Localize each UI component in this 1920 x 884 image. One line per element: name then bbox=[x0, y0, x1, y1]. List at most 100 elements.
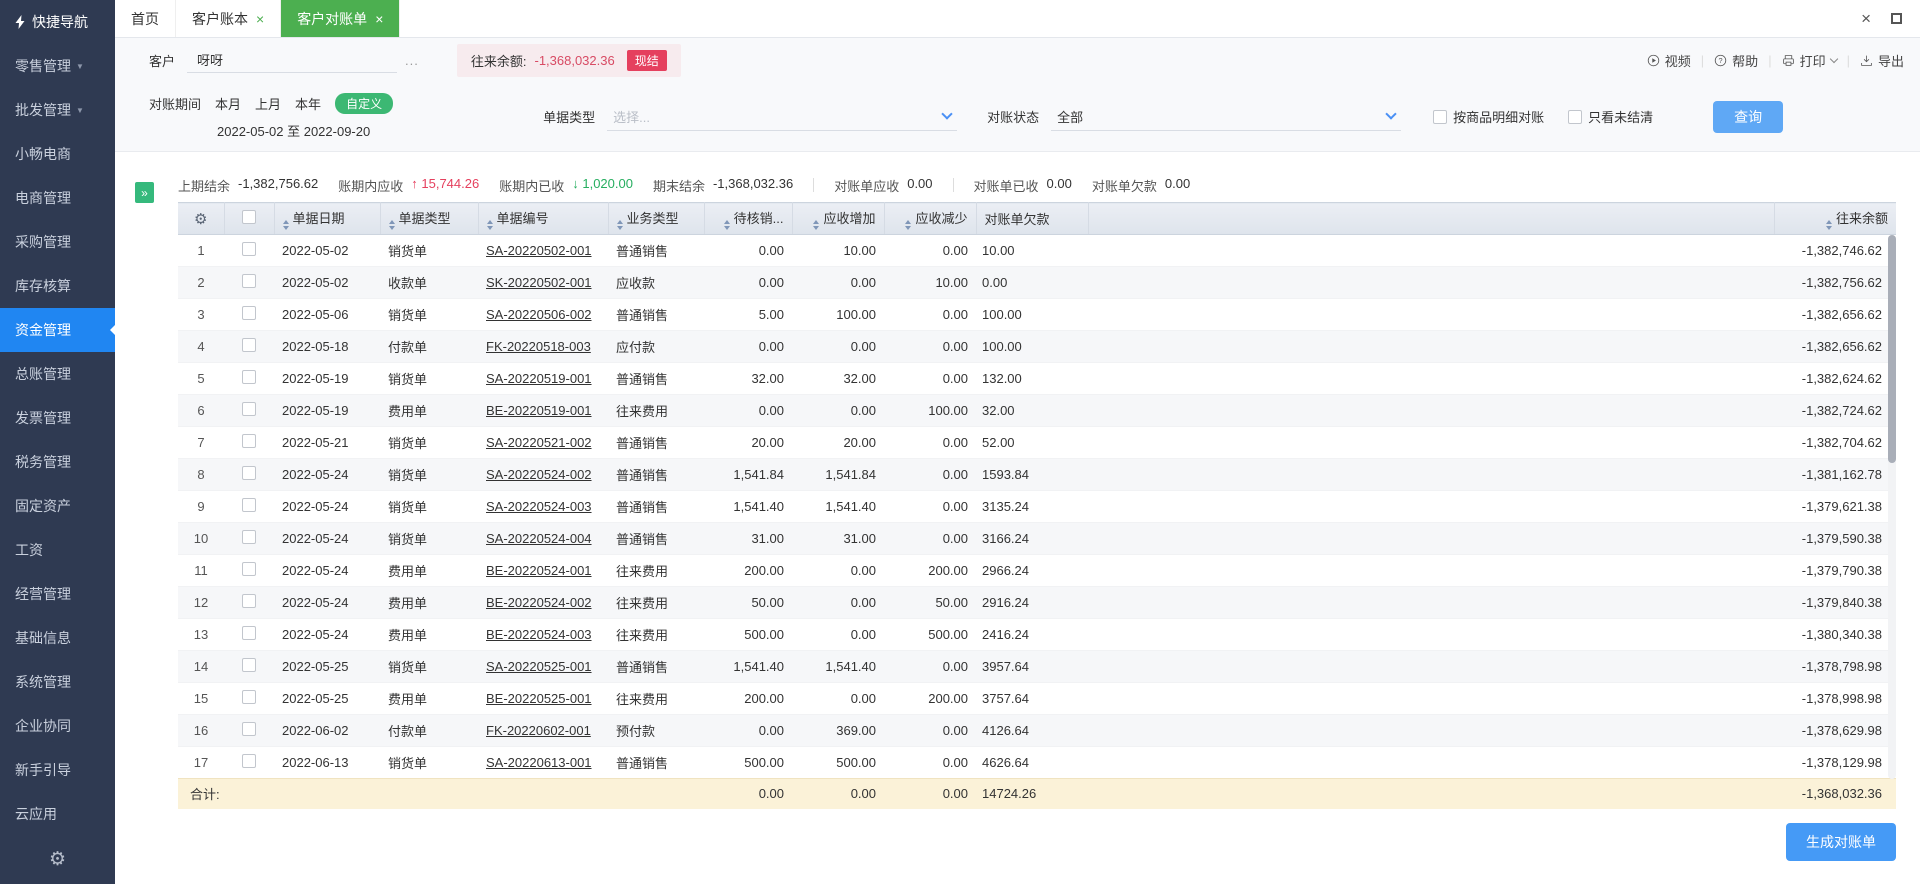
doc-number-link[interactable]: SA-20220519-001 bbox=[486, 371, 592, 386]
sidebar-item-payroll[interactable]: 工资 bbox=[0, 528, 115, 572]
close-window-icon[interactable]: × bbox=[1861, 10, 1871, 27]
row-checkbox[interactable] bbox=[242, 306, 256, 320]
column-header[interactable]: 单据类型 bbox=[380, 202, 479, 235]
row-checkbox[interactable] bbox=[242, 626, 256, 640]
sidebar-item-inventory-accounting[interactable]: 库存核算 bbox=[0, 264, 115, 308]
period-custom-button[interactable]: 自定义 bbox=[335, 93, 394, 114]
table-scrollbar[interactable] bbox=[1888, 235, 1896, 779]
doc-number-link[interactable]: SA-20220506-002 bbox=[486, 307, 592, 322]
sidebar-item-system[interactable]: 系统管理 bbox=[0, 660, 115, 704]
sidebar-item-label: 云应用 bbox=[15, 806, 57, 822]
doc-number-link[interactable]: SK-20220502-001 bbox=[486, 275, 592, 290]
period-last-month-button[interactable]: 上月 bbox=[255, 94, 281, 113]
doc-number-link[interactable]: SA-20220502-001 bbox=[486, 243, 592, 258]
main-area: 首页 客户账本 × 客户对账单 × × 客户 呀呀 ... 往来余额: -1,368,0… bbox=[115, 0, 1920, 884]
total-empty-cell bbox=[1088, 778, 1774, 809]
customer-input[interactable]: 呀呀 bbox=[187, 47, 398, 73]
sidebar-item-tax[interactable]: 税务管理 bbox=[0, 440, 115, 484]
column-header[interactable]: 应收增加 bbox=[792, 202, 885, 235]
row-checkbox[interactable] bbox=[242, 434, 256, 448]
scrollbar-thumb[interactable] bbox=[1888, 235, 1896, 463]
tab-customer-ledger[interactable]: 客户账本 × bbox=[176, 0, 282, 37]
collapse-panel-button[interactable]: » bbox=[135, 182, 154, 203]
search-button[interactable]: 查询 bbox=[1713, 100, 1784, 133]
column-header[interactable]: 应收减少 bbox=[884, 202, 977, 235]
row-checkbox[interactable] bbox=[242, 274, 256, 288]
doc-type-select[interactable]: 选择... bbox=[607, 103, 958, 131]
print-button[interactable]: 打印 bbox=[1782, 51, 1838, 70]
doc-number-link[interactable]: SA-20220524-002 bbox=[486, 467, 592, 482]
column-header[interactable]: 单据日期 bbox=[274, 202, 381, 235]
sidebar-item-cloud-apps[interactable]: 云应用 bbox=[0, 792, 115, 836]
checkbox-icon[interactable] bbox=[1568, 109, 1583, 124]
sidebar-item-funds[interactable]: 资金管理 bbox=[0, 308, 115, 352]
filler-cell bbox=[1088, 555, 1774, 587]
period-range-value[interactable]: 2022-05-02 至 2022-09-20 bbox=[217, 121, 393, 140]
row-checkbox[interactable] bbox=[242, 242, 256, 256]
sidebar-item-operation[interactable]: 经营管理 bbox=[0, 572, 115, 616]
doc-number-link[interactable]: BE-20220524-002 bbox=[486, 595, 592, 610]
row-checkbox[interactable] bbox=[242, 402, 256, 416]
sidebar-item-general-ledger[interactable]: 总账管理 bbox=[0, 352, 115, 396]
row-checkbox[interactable] bbox=[242, 562, 256, 576]
period-this-year-button[interactable]: 本年 bbox=[295, 94, 321, 113]
row-checkbox[interactable] bbox=[242, 722, 256, 736]
help-link[interactable]: ? 帮助 bbox=[1714, 51, 1758, 70]
by-item-checkbox[interactable]: 按商品明细对账 bbox=[1433, 107, 1544, 126]
row-checkbox-cell bbox=[224, 363, 274, 395]
doc-number-link[interactable]: FK-20220518-003 bbox=[486, 339, 591, 354]
sidebar-item-collaboration[interactable]: 企业协同 bbox=[0, 704, 115, 748]
sidebar-item-purchase[interactable]: 采购管理 bbox=[0, 220, 115, 264]
column-header[interactable]: 待核销... bbox=[704, 202, 793, 235]
close-icon[interactable]: × bbox=[256, 11, 264, 27]
doc-number-link[interactable]: SA-20220524-004 bbox=[486, 531, 592, 546]
doc-number-link[interactable]: SA-20220613-001 bbox=[486, 755, 592, 770]
fullscreen-icon[interactable] bbox=[1891, 13, 1902, 24]
row-checkbox[interactable] bbox=[242, 530, 256, 544]
sidebar-item-xiaochang-ec[interactable]: 小畅电商 bbox=[0, 132, 115, 176]
checkbox-icon[interactable] bbox=[1433, 109, 1448, 124]
column-settings-header[interactable]: ⚙ bbox=[178, 202, 225, 235]
row-checkbox[interactable] bbox=[242, 466, 256, 480]
sidebar-item-beginner-guide[interactable]: 新手引导 bbox=[0, 748, 115, 792]
status-select[interactable]: 全部 bbox=[1051, 103, 1402, 131]
doc-number-link[interactable]: BE-20220524-001 bbox=[486, 563, 592, 578]
row-checkbox[interactable] bbox=[242, 754, 256, 768]
period-this-month-button[interactable]: 本月 bbox=[215, 94, 241, 113]
sidebar-item-invoice[interactable]: 发票管理 bbox=[0, 396, 115, 440]
doc-number-link[interactable]: BE-20220524-003 bbox=[486, 627, 592, 642]
customer-picker-button[interactable]: ... bbox=[405, 53, 419, 68]
tab-home[interactable]: 首页 bbox=[115, 0, 176, 37]
unsettled-checkbox[interactable]: 只看未结清 bbox=[1568, 107, 1653, 126]
doc-number-cell: BE-20220524-001 bbox=[478, 555, 608, 587]
select-all-checkbox[interactable] bbox=[242, 210, 256, 224]
doc-number-link[interactable]: FK-20220602-001 bbox=[486, 723, 591, 738]
doc-number-link[interactable]: BE-20220519-001 bbox=[486, 403, 592, 418]
sidebar-item-wholesale[interactable]: 批发管理 ▼ bbox=[0, 88, 115, 132]
row-checkbox[interactable] bbox=[242, 338, 256, 352]
doc-number-link[interactable]: SA-20220524-003 bbox=[486, 499, 592, 514]
generate-statement-button[interactable]: 生成对账单 bbox=[1786, 822, 1896, 861]
tab-customer-statement[interactable]: 客户对账单 × bbox=[281, 0, 401, 37]
row-checkbox[interactable] bbox=[242, 690, 256, 704]
row-checkbox[interactable] bbox=[242, 594, 256, 608]
doc-number-link[interactable]: BE-20220525-001 bbox=[486, 691, 592, 706]
doc-number-link[interactable]: SA-20220525-001 bbox=[486, 659, 592, 674]
close-icon[interactable]: × bbox=[375, 11, 383, 27]
column-header[interactable]: 单据编号 bbox=[478, 202, 609, 235]
balance-cell: -1,379,790.38 bbox=[1801, 563, 1882, 578]
row-checkbox[interactable] bbox=[242, 658, 256, 672]
row-checkbox[interactable] bbox=[242, 370, 256, 384]
sidebar-item-fixed-assets[interactable]: 固定资产 bbox=[0, 484, 115, 528]
sidebar-item-base-info[interactable]: 基础信息 bbox=[0, 616, 115, 660]
column-header[interactable]: 业务类型 bbox=[608, 202, 705, 235]
video-link[interactable]: 视频 bbox=[1647, 51, 1691, 70]
doc-number-link[interactable]: SA-20220521-002 bbox=[486, 435, 592, 450]
sidebar-item-retail[interactable]: 零售管理 ▼ bbox=[0, 44, 115, 88]
export-button[interactable]: 导出 bbox=[1860, 51, 1904, 70]
row-checkbox[interactable] bbox=[242, 498, 256, 512]
sidebar-item-quick-nav[interactable]: 快捷导航 bbox=[0, 0, 115, 44]
sidebar-item-ecommerce[interactable]: 电商管理 bbox=[0, 176, 115, 220]
settings-gear-icon[interactable]: ⚙ bbox=[0, 836, 115, 884]
column-header[interactable]: 往来余额 bbox=[1774, 202, 1896, 235]
